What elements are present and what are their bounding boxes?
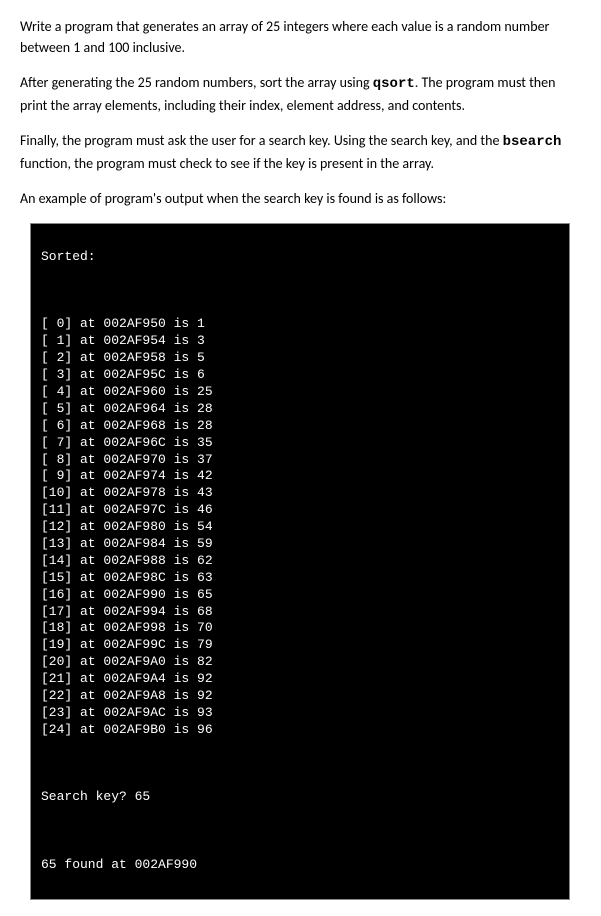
blank-line	[41, 283, 559, 300]
terminal-row: [22] at 002AF9A8 is 92	[41, 688, 559, 705]
terminal-row: [10] at 002AF978 is 43	[41, 485, 559, 502]
terminal-row: [ 8] at 002AF970 is 37	[41, 452, 559, 469]
blank-line	[41, 756, 559, 773]
terminal-row: [23] at 002AF9AC is 93	[41, 705, 559, 722]
terminal-row: [11] at 002AF97C is 46	[41, 502, 559, 519]
terminal-row: [19] at 002AF99C is 79	[41, 637, 559, 654]
code-bsearch: bsearch	[503, 134, 562, 150]
blank-line	[41, 823, 559, 840]
terminal-row: [15] at 002AF98C is 63	[41, 570, 559, 587]
paragraph-sort: After generating the 25 random numbers, …	[20, 72, 581, 116]
text: After generating the 25 random numbers, …	[20, 74, 373, 91]
terminal-row: [ 1] at 002AF954 is 3	[41, 333, 559, 350]
terminal-row: [18] at 002AF998 is 70	[41, 620, 559, 637]
terminal-row: [20] at 002AF9A0 is 82	[41, 654, 559, 671]
code-qsort: qsort	[373, 76, 415, 92]
terminal-row: [ 6] at 002AF968 is 28	[41, 418, 559, 435]
terminal-prompt: Search key? 65	[41, 789, 559, 806]
paragraph-intro: Write a program that generates an array …	[20, 16, 581, 58]
text: Write a program that generates an array …	[20, 18, 549, 56]
terminal-row: [ 9] at 002AF974 is 42	[41, 468, 559, 485]
terminal-row: [16] at 002AF990 is 65	[41, 587, 559, 604]
terminal-row: [13] at 002AF984 is 59	[41, 536, 559, 553]
terminal-output: Sorted: [ 0] at 002AF950 is 1[ 1] at 002…	[30, 223, 570, 900]
terminal-row: [ 4] at 002AF960 is 25	[41, 384, 559, 401]
terminal-row: [ 3] at 002AF95C is 6	[41, 367, 559, 384]
terminal-row: [24] at 002AF9B0 is 96	[41, 722, 559, 739]
terminal-row: [ 7] at 002AF96C is 35	[41, 435, 559, 452]
text: Finally, the program must ask the user f…	[20, 132, 503, 149]
terminal-row: [14] at 002AF988 is 62	[41, 553, 559, 570]
terminal-result: 65 found at 002AF990	[41, 857, 559, 874]
paragraph-search: Finally, the program must ask the user f…	[20, 130, 581, 174]
text: function, the program must check to see …	[20, 155, 434, 172]
text: An example of program's output when the …	[20, 190, 446, 207]
terminal-rows: [ 0] at 002AF950 is 1[ 1] at 002AF954 is…	[41, 316, 559, 738]
terminal-row: [17] at 002AF994 is 68	[41, 604, 559, 621]
terminal-row: [ 0] at 002AF950 is 1	[41, 316, 559, 333]
terminal-row: [ 2] at 002AF958 is 5	[41, 350, 559, 367]
terminal-header: Sorted:	[41, 249, 559, 266]
terminal-row: [ 5] at 002AF964 is 28	[41, 401, 559, 418]
paragraph-example: An example of program's output when the …	[20, 188, 581, 209]
terminal-row: [12] at 002AF980 is 54	[41, 519, 559, 536]
terminal-row: [21] at 002AF9A4 is 92	[41, 671, 559, 688]
